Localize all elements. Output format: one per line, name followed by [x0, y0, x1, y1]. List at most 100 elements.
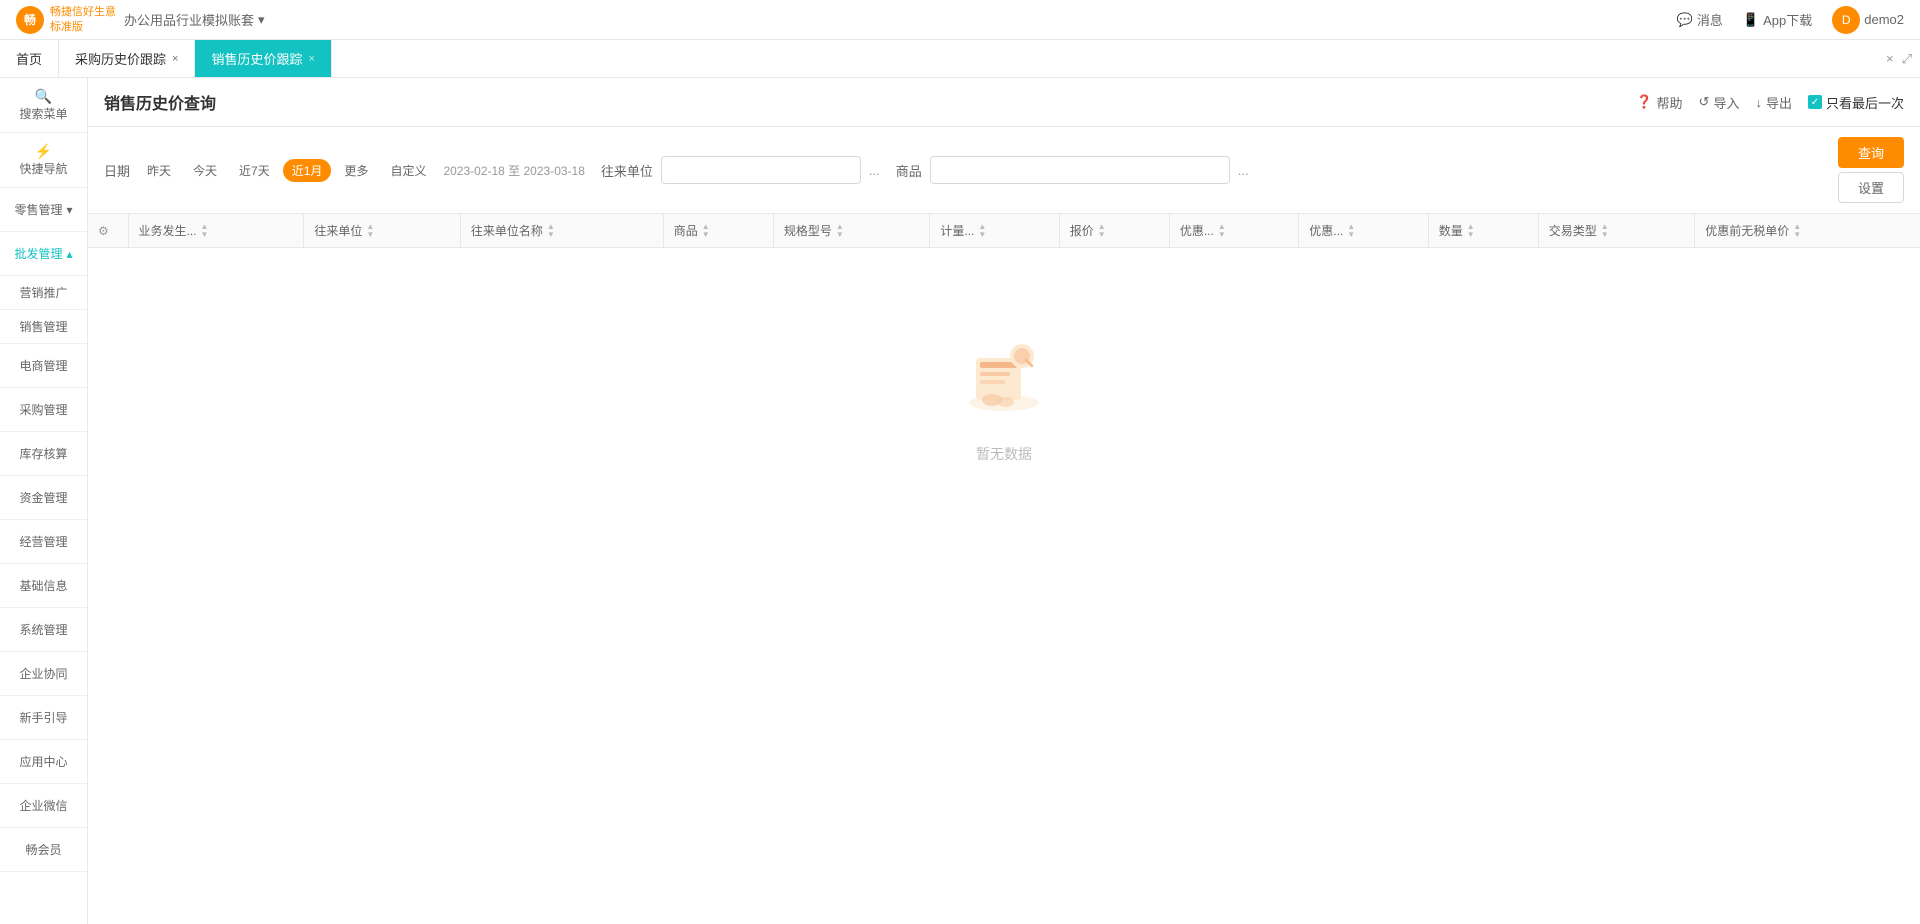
sidebar-item-appstore[interactable]: 应用中心	[0, 740, 87, 784]
shortcut-icon: ⚡	[35, 143, 52, 160]
export-btn[interactable]: ↓ 导出	[1755, 93, 1792, 112]
header-left: 畅 畅捷信好生意 标准版 办公用品行业模拟账套 ▾	[16, 5, 265, 34]
sidebar-item-search[interactable]: 🔍 搜索菜单	[0, 78, 87, 133]
main-layout: 🔍 搜索菜单 ⚡ 快捷导航 零售管理 ▾ 批发管理 ▴ 营销推广 销售管理 电商…	[0, 78, 1920, 924]
date-btn-custom[interactable]: 自定义	[381, 159, 435, 182]
sidebar-item-guide[interactable]: 新手引导	[0, 696, 87, 740]
sort-arrows-discount1[interactable]: ▲▼	[1218, 223, 1226, 239]
th-partner-code: 往来单位 ▲▼	[304, 214, 461, 248]
import-btn[interactable]: ↺ 导入	[1699, 93, 1740, 112]
sidebar-item-wechat[interactable]: 企业微信	[0, 784, 87, 828]
sort-arrows-pretax-price[interactable]: ▲▼	[1793, 223, 1801, 239]
chevron-up-icon: ▴	[66, 247, 72, 261]
tab-purchase[interactable]: 采购历史价跟踪 ×	[59, 40, 195, 77]
table-settings-icon[interactable]: ⚙	[98, 224, 109, 238]
download-icon: 📱	[1743, 12, 1759, 28]
sidebar-item-member[interactable]: 畅会员	[0, 828, 87, 872]
maximize-icon[interactable]: ⤢	[1902, 51, 1912, 67]
th-unit: 计量... ▲▼	[930, 214, 1059, 248]
empty-state: 暂无数据	[88, 248, 1920, 544]
product-filter-group: 商品 ...	[896, 156, 1249, 184]
search-icon: 🔍	[35, 88, 52, 105]
partner-filter-group: 往来单位 ...	[601, 156, 880, 184]
query-btn[interactable]: 查询	[1838, 137, 1904, 168]
sort-arrows-biz-date[interactable]: ▲▼	[201, 223, 209, 239]
sidebar-item-sales-mgmt[interactable]: 销售管理	[0, 310, 87, 344]
help-icon: ❓	[1636, 94, 1652, 110]
th-settings: ⚙	[88, 214, 128, 248]
sidebar-item-marketing[interactable]: 营销推广	[0, 276, 87, 310]
user-menu-btn[interactable]: D demo2	[1832, 6, 1904, 34]
only-last-checkbox[interactable]: ✓	[1808, 95, 1822, 109]
sidebar-item-shortcut[interactable]: ⚡ 快捷导航	[0, 133, 87, 188]
message-btn[interactable]: 💬 消息	[1677, 10, 1723, 29]
logo-text: 畅捷信好生意 标准版	[50, 5, 116, 34]
only-last-checkbox-area[interactable]: ✓ 只看最后一次	[1808, 93, 1904, 112]
sort-arrows-unit[interactable]: ▲▼	[978, 223, 986, 239]
th-biz-date: 业务发生... ▲▼	[128, 214, 304, 248]
tab-sales-close[interactable]: ×	[308, 53, 314, 65]
table-head: ⚙ 业务发生... ▲▼ 往来单位 ▲▼	[88, 214, 1920, 248]
tab-home[interactable]: 首页	[0, 40, 59, 77]
sort-arrows-spec[interactable]: ▲▼	[836, 223, 844, 239]
empty-illustration	[954, 328, 1054, 428]
settings-btn[interactable]: 设置	[1838, 172, 1904, 203]
th-product: 商品 ▲▼	[663, 214, 773, 248]
import-icon: ↺	[1699, 94, 1710, 110]
sidebar-item-enterprise[interactable]: 企业协同	[0, 652, 87, 696]
sidebar-item-finance[interactable]: 资金管理	[0, 476, 87, 520]
sidebar-item-inventory[interactable]: 库存核算	[0, 432, 87, 476]
product-input[interactable]	[930, 156, 1230, 184]
help-btn[interactable]: ❓ 帮助	[1636, 93, 1682, 112]
sidebar-item-wholesale[interactable]: 批发管理 ▴	[0, 232, 87, 276]
date-btn-7days[interactable]: 近7天	[230, 159, 279, 182]
page-header: 销售历史价查询 ❓ 帮助 ↺ 导入 ↓ 导出 ✓ 只看最后一次	[88, 78, 1920, 127]
sidebar-item-purchase[interactable]: 采购管理	[0, 388, 87, 432]
sidebar-item-ecommerce[interactable]: 电商管理	[0, 344, 87, 388]
chevron-down-icon: ▾	[66, 203, 72, 217]
page-actions: ❓ 帮助 ↺ 导入 ↓ 导出 ✓ 只看最后一次	[1636, 93, 1904, 112]
message-icon: 💬	[1677, 12, 1693, 28]
sidebar-item-retail[interactable]: 零售管理 ▾	[0, 188, 87, 232]
sort-arrows-quantity[interactable]: ▲▼	[1467, 223, 1475, 239]
filter-right-btns: 查询 设置	[1838, 137, 1904, 203]
sort-arrows-trade-type[interactable]: ▲▼	[1601, 223, 1609, 239]
tab-bar-actions: × ⤢	[1878, 40, 1920, 77]
app-download-btn[interactable]: 📱 App下载	[1743, 10, 1812, 29]
date-btn-today[interactable]: 今天	[184, 159, 226, 182]
sidebar: 🔍 搜索菜单 ⚡ 快捷导航 零售管理 ▾ 批发管理 ▴ 营销推广 销售管理 电商…	[0, 78, 88, 924]
sort-arrows-partner-code[interactable]: ▲▼	[366, 223, 374, 239]
sort-arrows-price[interactable]: ▲▼	[1098, 223, 1106, 239]
table-area: ⚙ 业务发生... ▲▼ 往来单位 ▲▼	[88, 214, 1920, 924]
sidebar-item-basic[interactable]: 基础信息	[0, 564, 87, 608]
logo-area: 畅 畅捷信好生意 标准版	[16, 5, 116, 34]
sort-arrows-product[interactable]: ▲▼	[702, 223, 710, 239]
date-buttons: 昨天 今天 近7天 近1月 更多 自定义	[138, 159, 435, 182]
empty-text: 暂无数据	[976, 444, 1032, 464]
date-btn-1month[interactable]: 近1月	[283, 159, 332, 182]
header-right: 💬 消息 📱 App下载 D demo2	[1677, 6, 1904, 34]
content-area: 销售历史价查询 ❓ 帮助 ↺ 导入 ↓ 导出 ✓ 只看最后一次	[88, 78, 1920, 924]
th-quantity: 数量 ▲▼	[1428, 214, 1538, 248]
table-header-row: ⚙ 业务发生... ▲▼ 往来单位 ▲▼	[88, 214, 1920, 248]
partner-label: 往来单位	[601, 161, 653, 180]
sidebar-item-operations[interactable]: 经营管理	[0, 520, 87, 564]
partner-dots: ...	[869, 163, 880, 178]
date-range-display: 2023-02-18 至 2023-03-18	[443, 162, 584, 179]
app-selector[interactable]: 办公用品行业模拟账套 ▾	[124, 10, 265, 29]
sidebar-item-system[interactable]: 系统管理	[0, 608, 87, 652]
th-discount2: 优惠... ▲▼	[1299, 214, 1428, 248]
date-label: 日期	[104, 161, 130, 180]
th-price: 报价 ▲▼	[1059, 214, 1169, 248]
date-btn-more[interactable]: 更多	[335, 159, 377, 182]
th-trade-type: 交易类型 ▲▼	[1538, 214, 1695, 248]
tab-purchase-close[interactable]: ×	[172, 53, 178, 65]
product-label: 商品	[896, 161, 922, 180]
sort-arrows-discount2[interactable]: ▲▼	[1347, 223, 1355, 239]
tab-sales[interactable]: 销售历史价跟踪 ×	[195, 40, 331, 77]
date-btn-yesterday[interactable]: 昨天	[138, 159, 180, 182]
sort-arrows-partner-name[interactable]: ▲▼	[547, 223, 555, 239]
partner-input[interactable]	[661, 156, 861, 184]
top-header: 畅 畅捷信好生意 标准版 办公用品行业模拟账套 ▾ 💬 消息 📱 App下载 D…	[0, 0, 1920, 40]
close-window-icon[interactable]: ×	[1886, 51, 1894, 66]
